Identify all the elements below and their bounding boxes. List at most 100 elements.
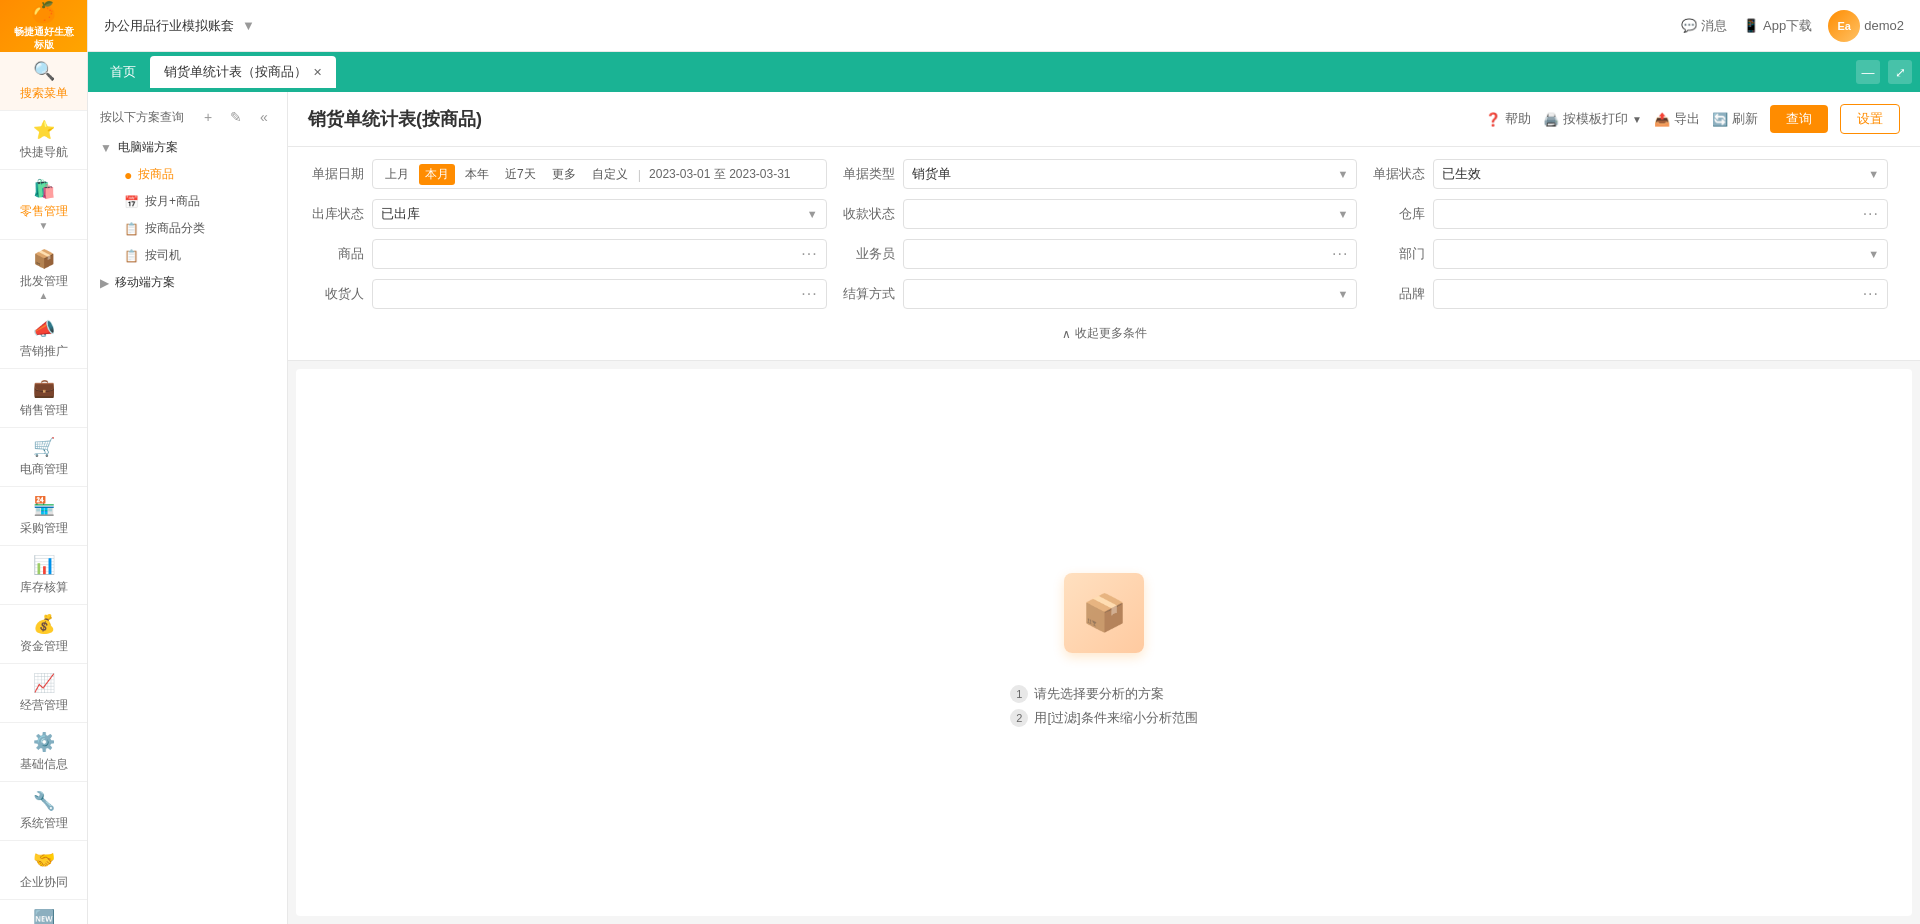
download-icon: 📱 — [1743, 18, 1759, 33]
status-filter-control[interactable]: 已生效 ▼ — [1433, 159, 1888, 189]
date-filter-control: 上月 本月 本年 近7天 更多 自定义 | 2023-03-01 至 2023-… — [372, 159, 827, 189]
dropdown-arrow[interactable]: ▼ — [242, 18, 255, 33]
tree-group-desktop[interactable]: ▼ 电脑端方案 — [88, 134, 287, 161]
payment-filter-control[interactable]: ▼ — [903, 279, 1358, 309]
sidebar-item-purchase[interactable]: 🏪 采购管理 — [0, 487, 87, 546]
settings-button[interactable]: 设置 — [1840, 104, 1900, 134]
marketing-icon: 📣 — [33, 318, 55, 340]
sidebar-item-retail[interactable]: 🛍️ 零售管理 ▼ — [0, 170, 87, 240]
sidebar-item-enterprise[interactable]: 🤝 企业协同 — [0, 841, 87, 900]
tree-item-by-goods-label: 按商品 — [138, 166, 174, 183]
sidebar-item-newuser[interactable]: 🆕 新手引导 — [0, 900, 87, 924]
brand-filter-label: 品牌 — [1369, 285, 1425, 303]
sidebar-retail-label: 零售管理 — [20, 203, 68, 220]
settings-label: 设置 — [1857, 110, 1883, 128]
status-filter-label: 单据状态 — [1369, 165, 1425, 183]
filter-row-1: 单据日期 上月 本月 本年 近7天 更多 自定义 | 2023-03-01 至 … — [308, 159, 1900, 189]
left-filter-panel: 按以下方案查询 + ✎ « ▼ 电脑端方案 ● 按商品 📅 按月+商品 📋 按商… — [88, 92, 288, 924]
sidebar-item-marketing[interactable]: 📣 营销推广 — [0, 310, 87, 369]
logo-text: 畅捷通好生意 — [14, 26, 74, 38]
tab-actions: — ⤢ — [1856, 60, 1912, 84]
empty-tip-2: 2 用[过滤]条件来缩小分析范围 — [1010, 709, 1197, 727]
date-this-month[interactable]: 本月 — [419, 164, 455, 185]
sidebar-item-finance[interactable]: 💰 资金管理 — [0, 605, 87, 664]
sidebar-finance-label: 资金管理 — [20, 638, 68, 655]
date-range-text: 2023-03-01 至 2023-03-31 — [649, 166, 790, 183]
tree-item-by-goods[interactable]: ● 按商品 — [88, 161, 287, 188]
goods-filter-control[interactable]: ··· — [372, 239, 827, 269]
tip-num-2: 2 — [1010, 709, 1028, 727]
tree-group-mobile[interactable]: ▶ 移动端方案 — [88, 269, 287, 296]
collect-filter-control[interactable]: ▼ — [903, 199, 1358, 229]
tree-group-desktop-label: 电脑端方案 — [118, 139, 178, 156]
username: demo2 — [1864, 18, 1904, 33]
tree-item-by-goods-icon: ● — [124, 167, 132, 183]
brand-dots-icon: ··· — [1863, 285, 1879, 303]
panel-add-button[interactable]: + — [197, 106, 219, 128]
tree-item-by-month-goods[interactable]: 📅 按月+商品 — [88, 188, 287, 215]
collapse-filters-button[interactable]: ∧ 收起更多条件 — [308, 319, 1900, 348]
type-filter-control[interactable]: 销货单 ▼ — [903, 159, 1358, 189]
collapse-label: 收起更多条件 — [1075, 325, 1147, 342]
help-action[interactable]: ❓ 帮助 — [1485, 110, 1531, 128]
system-icon: 🔧 — [33, 790, 55, 812]
filter-cell-type: 单据类型 销货单 ▼ — [839, 159, 1370, 189]
sidebar-item-system[interactable]: 🔧 系统管理 — [0, 782, 87, 841]
tab-close-button[interactable]: ✕ — [313, 66, 322, 79]
sidebar-basics-label: 基础信息 — [20, 756, 68, 773]
app-download-action[interactable]: 📱 App下载 — [1743, 17, 1812, 35]
dept-filter-control[interactable]: ▼ — [1433, 239, 1888, 269]
tree-mobile-expand-icon: ▶ — [100, 276, 109, 290]
status-value: 已生效 — [1442, 165, 1868, 183]
date-last-month[interactable]: 上月 — [379, 164, 415, 185]
tree-item-by-category[interactable]: 📋 按商品分类 — [88, 215, 287, 242]
tab-minimize-button[interactable]: — — [1856, 60, 1880, 84]
sidebar-item-wholesale[interactable]: 📦 批发管理 ▲ — [0, 240, 87, 310]
sidebar-inventory-label: 库存核算 — [20, 579, 68, 596]
brand-filter-control[interactable]: ··· — [1433, 279, 1888, 309]
sidebar: 🍊 畅捷通好生意 标版 🔍 搜索菜单 ⭐ 快捷导航 🛍️ 零售管理 ▼ 📦 批发… — [0, 0, 88, 924]
warehouse-filter-control[interactable]: ··· — [1433, 199, 1888, 229]
template-print-action[interactable]: 🖨️ 按模板打印 ▼ — [1543, 110, 1642, 128]
warehouse-filter-label: 仓库 — [1369, 205, 1425, 223]
quick-nav-icon: ⭐ — [33, 119, 55, 141]
print-icon: 🖨️ — [1543, 112, 1559, 127]
sidebar-item-basics[interactable]: ⚙️ 基础信息 — [0, 723, 87, 782]
messages-action[interactable]: 💬 消息 — [1681, 17, 1727, 35]
date-separator: | — [638, 167, 641, 182]
date-custom[interactable]: 自定义 — [586, 164, 634, 185]
sidebar-item-quick-nav[interactable]: ⭐ 快捷导航 — [0, 111, 87, 170]
tree-expand-icon: ▼ — [100, 141, 112, 155]
status-dropdown-icon: ▼ — [1868, 168, 1879, 180]
refresh-action[interactable]: 🔄 刷新 — [1712, 110, 1758, 128]
date-this-year[interactable]: 本年 — [459, 164, 495, 185]
tree-item-category-icon: 📋 — [124, 222, 139, 236]
export-action[interactable]: 📤 导出 — [1654, 110, 1700, 128]
panel-collapse-button[interactable]: « — [253, 106, 275, 128]
tree-item-by-driver[interactable]: 📋 按司机 — [88, 242, 287, 269]
date-filter-label: 单据日期 — [308, 165, 364, 183]
sidebar-item-operations[interactable]: 📈 经营管理 — [0, 664, 87, 723]
date-more[interactable]: 更多 — [546, 164, 582, 185]
sidebar-item-sales[interactable]: 💼 销售管理 — [0, 369, 87, 428]
sidebar-item-search[interactable]: 🔍 搜索菜单 — [0, 52, 87, 111]
receiver-filter-control[interactable]: ··· — [372, 279, 827, 309]
sidebar-item-inventory[interactable]: 📊 库存核算 — [0, 546, 87, 605]
payment-filter-label: 结算方式 — [839, 285, 895, 303]
tree-item-driver-label: 按司机 — [145, 247, 181, 264]
query-button[interactable]: 查询 — [1770, 105, 1828, 133]
tab-sales-stats[interactable]: 销货单统计表（按商品） ✕ — [150, 56, 336, 88]
logo: 🍊 畅捷通好生意 标版 — [0, 0, 88, 52]
tab-expand-button[interactable]: ⤢ — [1888, 60, 1912, 84]
stock-filter-label: 出库状态 — [308, 205, 364, 223]
tip-2-text: 用[过滤]条件来缩小分析范围 — [1034, 709, 1197, 727]
user-profile[interactable]: Ea demo2 — [1828, 10, 1904, 42]
staff-filter-control[interactable]: ··· — [903, 239, 1358, 269]
sidebar-item-ecommerce[interactable]: 🛒 电商管理 — [0, 428, 87, 487]
date-7days[interactable]: 近7天 — [499, 164, 542, 185]
stock-filter-control[interactable]: 已出库 ▼ — [372, 199, 827, 229]
panel-edit-button[interactable]: ✎ — [225, 106, 247, 128]
payment-dropdown-icon: ▼ — [1337, 288, 1348, 300]
home-tab-label: 首页 — [110, 63, 136, 81]
tab-home[interactable]: 首页 — [96, 56, 150, 88]
